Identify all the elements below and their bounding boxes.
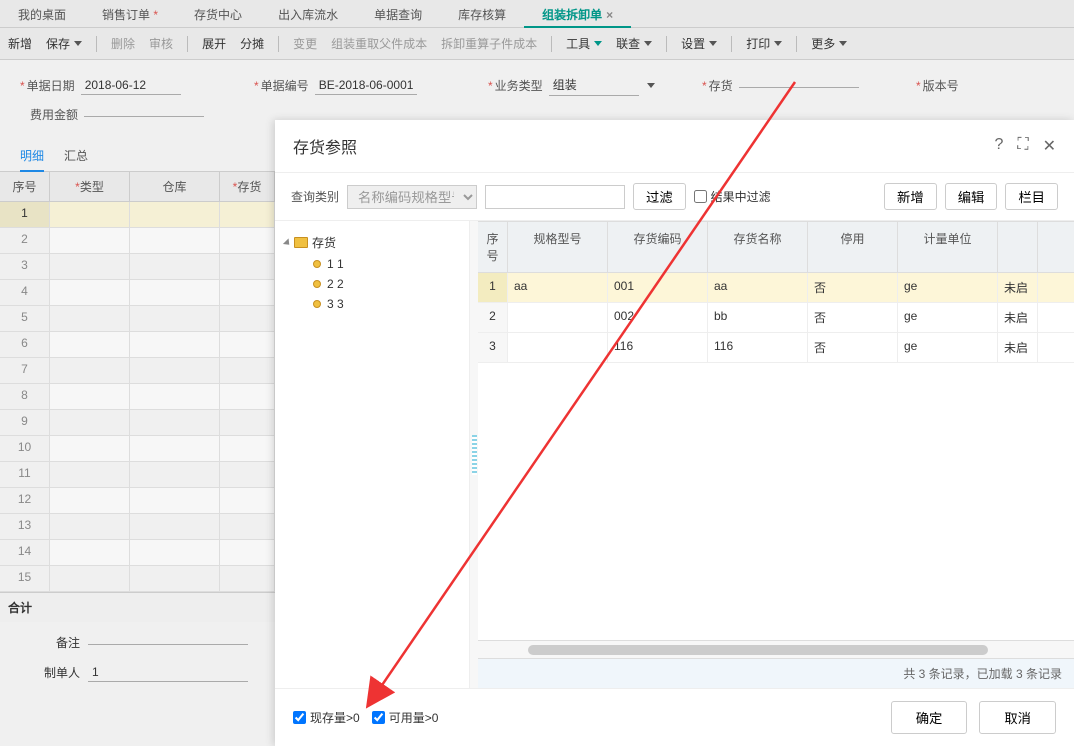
stock-gt0-checkbox[interactable]: [293, 711, 306, 724]
query-type-select[interactable]: 名称编码规格型号: [347, 185, 477, 209]
dialog-title: 存货参照: [293, 134, 357, 158]
column-header[interactable]: 序号: [478, 222, 508, 272]
folder-icon: [294, 237, 308, 248]
field-date[interactable]: *单据日期 2018-06-12: [20, 76, 240, 95]
in-result-label: 结果中过滤: [711, 188, 771, 205]
tree-leaf[interactable]: 1 1: [313, 254, 459, 274]
column-header[interactable]: 存货名称: [708, 222, 808, 272]
field-fee[interactable]: 费用金额: [20, 106, 204, 123]
folder-icon: [313, 260, 321, 268]
new-button[interactable]: 新增: [8, 35, 32, 52]
in-result-checkbox[interactable]: [694, 190, 707, 203]
field-biz[interactable]: *业务类型 组装: [488, 74, 688, 96]
inventory-reference-dialog: 存货参照 ? ⛶ ✕ 查询类别 名称编码规格型号 过滤 结果中过滤 新增 编辑 …: [275, 120, 1074, 746]
tree-leaf[interactable]: 2 2: [313, 274, 459, 294]
ok-button[interactable]: 确定: [891, 701, 968, 734]
field-stock[interactable]: *存货: [702, 77, 902, 94]
recalc-parent-button[interactable]: 组装重取父件成本: [331, 35, 427, 52]
settings-menu[interactable]: 设置: [681, 35, 717, 52]
print-menu[interactable]: 打印: [746, 35, 782, 52]
avail-gt0-checkbox[interactable]: [372, 711, 385, 724]
splitter[interactable]: [470, 221, 478, 688]
field-version[interactable]: *版本号: [916, 77, 959, 94]
audit-button[interactable]: 审核: [149, 35, 173, 52]
table-row[interactable]: 2002bb否ge未启: [478, 303, 1074, 333]
tab-doc-query[interactable]: 单据查询: [356, 0, 440, 27]
horizontal-scrollbar[interactable]: [478, 640, 1074, 658]
link-menu[interactable]: 联查: [616, 35, 652, 52]
field-no[interactable]: *单据编号 BE-2018-06-0001: [254, 76, 474, 95]
maximize-icon[interactable]: ⛶: [1017, 136, 1028, 156]
col-wh: 仓库: [130, 172, 220, 201]
tree-leaf[interactable]: 3 3: [313, 294, 459, 314]
category-tree[interactable]: 存货 1 12 23 3: [275, 221, 470, 688]
cancel-button[interactable]: 取消: [979, 701, 1056, 734]
query-type-label: 查询类别: [291, 188, 339, 205]
search-input[interactable]: [485, 185, 625, 209]
tree-root[interactable]: 存货: [285, 231, 459, 254]
tab-stock-check[interactable]: 库存核算: [440, 0, 524, 27]
close-icon[interactable]: ✕: [1043, 136, 1056, 156]
column-header[interactable]: 计量单位: [898, 222, 998, 272]
tab-sales-order[interactable]: 销售订单 *: [84, 0, 176, 27]
tools-menu[interactable]: 工具: [566, 35, 602, 52]
tab-assembly[interactable]: 组装拆卸单×: [524, 0, 631, 27]
column-header[interactable]: 规格型号: [508, 222, 608, 272]
more-menu[interactable]: 更多: [811, 35, 847, 52]
recalc-child-button[interactable]: 拆卸重算子件成本: [441, 35, 537, 52]
avail-gt0-label: 可用量>0: [389, 709, 439, 726]
tab-io-flow[interactable]: 出入库流水: [260, 0, 356, 27]
table-row[interactable]: 1aa001aa否ge未启: [478, 273, 1074, 303]
column-header[interactable]: [998, 222, 1038, 272]
col-stock: *存货: [220, 172, 275, 201]
tab-inventory-center[interactable]: 存货中心: [176, 0, 260, 27]
column-header[interactable]: 停用: [808, 222, 898, 272]
filter-button[interactable]: 过滤: [633, 183, 686, 210]
col-seq: 序号: [0, 172, 50, 201]
toolbar: 新增 保存 删除 审核 展开 分摊 变更 组装重取父件成本 拆卸重算子件成本 工…: [0, 28, 1074, 60]
stock-gt0-label: 现存量>0: [310, 709, 360, 726]
modal-new-button[interactable]: 新增: [884, 183, 937, 210]
expand-button[interactable]: 展开: [202, 35, 226, 52]
save-button[interactable]: 保存: [46, 35, 82, 52]
folder-icon: [313, 280, 321, 288]
column-header[interactable]: 存货编码: [608, 222, 708, 272]
subtab-detail[interactable]: 明细: [20, 141, 44, 172]
chevron-down-icon[interactable]: [647, 83, 655, 88]
share-button[interactable]: 分摊: [240, 35, 264, 52]
top-tabs: 我的桌面 销售订单 * 存货中心 出入库流水 单据查询 库存核算 组装拆卸单×: [0, 0, 1074, 28]
tree-root-label: 存货: [312, 234, 336, 251]
expand-icon[interactable]: [283, 238, 292, 247]
subtab-summary[interactable]: 汇总: [64, 141, 88, 171]
modal-edit-button[interactable]: 编辑: [945, 183, 998, 210]
tab-desktop[interactable]: 我的桌面: [0, 0, 84, 27]
close-icon[interactable]: ×: [606, 8, 613, 22]
delete-button[interactable]: 删除: [111, 35, 135, 52]
modal-column-button[interactable]: 栏目: [1005, 183, 1058, 210]
help-icon[interactable]: ?: [994, 136, 1003, 156]
folder-icon: [313, 300, 321, 308]
record-status: 共 3 条记录，已加载 3 条记录: [478, 658, 1074, 688]
table-row[interactable]: 3116116否ge未启: [478, 333, 1074, 363]
change-button[interactable]: 变更: [293, 35, 317, 52]
col-type: *类型: [50, 172, 130, 201]
